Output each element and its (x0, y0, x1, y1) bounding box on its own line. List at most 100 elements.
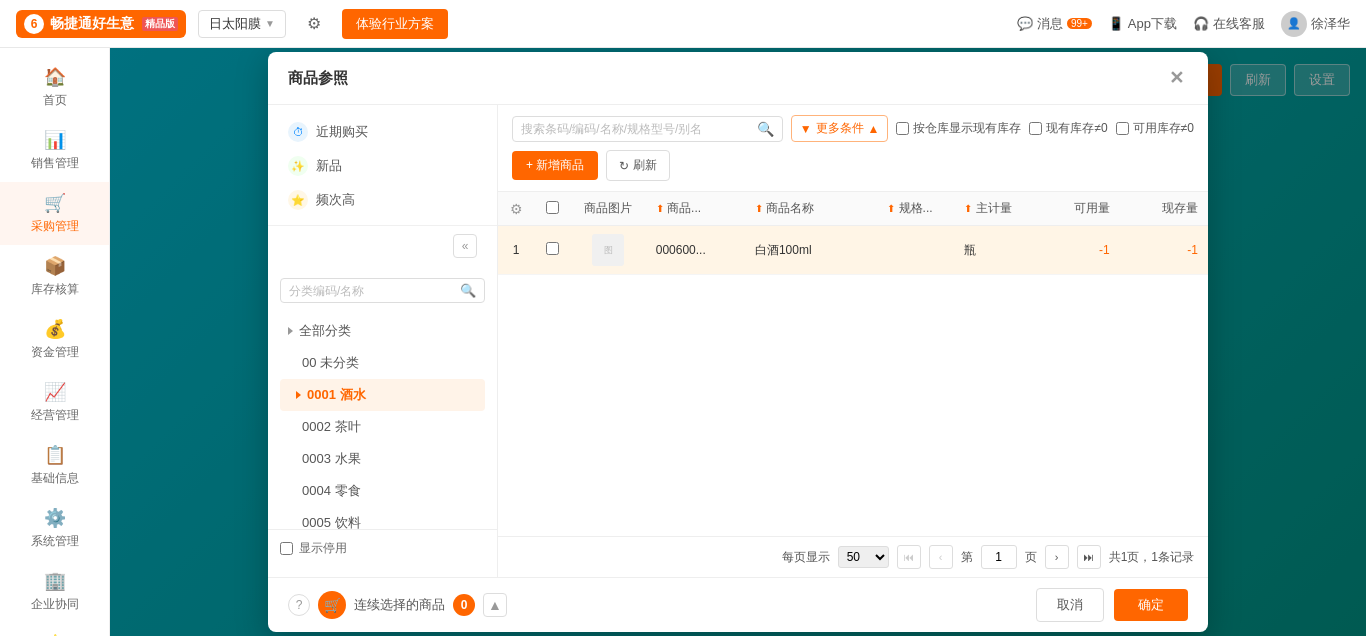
th-code[interactable]: ⬆ 商品... (646, 192, 745, 226)
page-unit: 页 (1025, 549, 1037, 566)
sidebar-item-system[interactable]: ⚙️ 系统管理 (0, 497, 109, 560)
page-input[interactable] (981, 545, 1017, 569)
add-product-button[interactable]: + 新增商品 (512, 151, 598, 180)
category-item-0005[interactable]: 0005 饮料 (280, 507, 485, 529)
sidebar-label-enterprise: 企业协同 (31, 596, 79, 613)
per-page-label: 每页显示 (782, 549, 830, 566)
message-icon: 💬 (1017, 16, 1033, 31)
filter-warehouse-label[interactable]: 按仓库显示现有库存 (896, 120, 1021, 137)
sidebar-item-enterprise[interactable]: 🏢 企业协同 (0, 560, 109, 623)
trial-button[interactable]: 体验行业方案 (342, 9, 448, 39)
category-search-input[interactable] (289, 284, 456, 298)
top-nav: 6 畅捷通好生意 精品版 日太阳膜 ▼ ⚙ 体验行业方案 💬 消息 99+ 📱 … (0, 0, 1366, 48)
last-page-button[interactable]: ⏭ (1077, 545, 1101, 569)
nav-app-download[interactable]: 📱 App下载 (1108, 15, 1177, 33)
show-disabled-checkbox[interactable] (280, 542, 293, 555)
th-unit[interactable]: ⬆ 主计量 (954, 192, 1031, 226)
sidebar-item-purchase[interactable]: 🛒 采购管理 (0, 182, 109, 245)
per-page-select[interactable]: 50 100 200 (838, 546, 889, 568)
expand-icon (288, 327, 293, 335)
refresh-icon: ↻ (619, 159, 629, 173)
category-item-0002[interactable]: 0002 茶叶 (280, 411, 485, 443)
fold-button[interactable]: ▲ (483, 593, 507, 617)
filter-usable-label[interactable]: 可用库存≠0 (1116, 120, 1194, 137)
active-arrow-icon (296, 391, 301, 399)
filter-available-label[interactable]: 现有库存≠0 (1029, 120, 1107, 137)
product-search-icon[interactable]: 🔍 (757, 121, 774, 137)
td-image: 图 (571, 226, 646, 275)
refresh-button[interactable]: ↻ 刷新 (606, 150, 670, 181)
td-checkbox[interactable] (534, 226, 570, 275)
select-all-checkbox[interactable] (546, 201, 559, 214)
quick-item-frequent[interactable]: ⭐ 频次高 (280, 183, 485, 217)
refresh-label: 刷新 (633, 157, 657, 174)
modal-overlay: 商品参照 ✕ ⏱ 近期购买 ✨ 新品 (110, 48, 1366, 636)
product-search-input[interactable] (521, 122, 753, 136)
finance-icon: 💰 (44, 318, 66, 340)
th-name[interactable]: ⬆ 商品名称 (745, 192, 877, 226)
inventory-icon: 📦 (44, 255, 66, 277)
td-row-num: 1 (498, 226, 534, 275)
new-icon: ✨ (288, 156, 308, 176)
footer-left: ? 🛒 连续选择的商品 0 ▲ (288, 591, 1026, 619)
confirm-button[interactable]: 确定 (1114, 589, 1188, 621)
modal-close-button[interactable]: ✕ (1164, 66, 1188, 90)
content-area: 查询 刷新 设置 商品参照 ✕ ⏱ (110, 48, 1366, 636)
sidebar-item-guide[interactable]: 🌟 新手引导 (0, 623, 109, 636)
next-page-button[interactable]: › (1045, 545, 1069, 569)
row-checkbox[interactable] (546, 242, 559, 255)
filter-warehouse-checkbox[interactable] (896, 122, 909, 135)
category-item-0004[interactable]: 0004 零食 (280, 475, 485, 507)
category-all[interactable]: 全部分类 (280, 315, 485, 347)
sidebar-label-purchase: 采购管理 (31, 218, 79, 235)
category-list: 全部分类 00 未分类 0001 酒水 0002 茶叶 (268, 311, 497, 529)
th-available: 可用量 (1032, 192, 1120, 226)
sidebar-item-sales[interactable]: 📊 销售管理 (0, 119, 109, 182)
sidebar-item-finance[interactable]: 💰 资金管理 (0, 308, 109, 371)
th-stock: 现存量 (1120, 192, 1208, 226)
modal-header: 商品参照 ✕ (268, 52, 1208, 105)
th-checkbox[interactable] (534, 192, 570, 226)
filter-usable-checkbox[interactable] (1116, 122, 1129, 135)
modal-right-panel: 🔍 ▼ 更多条件 ▲ 按仓库显示现有库存 (498, 105, 1208, 577)
th-settings[interactable]: ⚙ (498, 192, 534, 226)
settings-icon-btn[interactable]: ⚙ (298, 8, 330, 40)
quick-section: ⏱ 近期购买 ✨ 新品 ⭐ 频次高 (268, 115, 497, 226)
table-settings-icon[interactable]: ⚙ (510, 201, 523, 217)
more-filter-button[interactable]: ▼ 更多条件 ▲ (791, 115, 889, 142)
cart-icon-button[interactable]: 🛒 (318, 591, 346, 619)
category-item-0003[interactable]: 0003 水果 (280, 443, 485, 475)
filter-available-checkbox[interactable] (1029, 122, 1042, 135)
nav-online-service[interactable]: 🎧 在线客服 (1193, 15, 1265, 33)
cancel-button[interactable]: 取消 (1036, 588, 1104, 622)
first-page-button[interactable]: ⏮ (897, 545, 921, 569)
table-row[interactable]: 1 图 000600... 白酒100ml (498, 226, 1208, 275)
sidebar-item-inventory[interactable]: 📦 库存核算 (0, 245, 109, 308)
nav-selector[interactable]: 日太阳膜 ▼ (198, 10, 286, 38)
show-disabled-label[interactable]: 显示停用 (299, 540, 347, 557)
nav-messages[interactable]: 💬 消息 99+ (1017, 15, 1092, 33)
sort-icon-unit: ⬆ (964, 203, 972, 214)
avatar: 👤 (1281, 11, 1307, 37)
category-item-00[interactable]: 00 未分类 (280, 347, 485, 379)
nav-right: 💬 消息 99+ 📱 App下载 🎧 在线客服 👤 徐泽华 (1017, 11, 1350, 37)
td-code: 000600... (646, 226, 745, 275)
category-item-0001[interactable]: 0001 酒水 (280, 379, 485, 411)
th-spec[interactable]: ⬆ 规格... (877, 192, 954, 226)
sidebar-item-basic[interactable]: 📋 基础信息 (0, 434, 109, 497)
nav-user[interactable]: 👤 徐泽华 (1281, 11, 1350, 37)
quick-recent-label: 近期购买 (316, 123, 368, 141)
filter-bar: 🔍 ▼ 更多条件 ▲ 按仓库显示现有库存 (498, 105, 1208, 192)
nav-messages-label: 消息 (1037, 15, 1063, 33)
enterprise-icon: 🏢 (44, 570, 66, 592)
quick-item-recent[interactable]: ⏱ 近期购买 (280, 115, 485, 149)
help-icon[interactable]: ? (288, 594, 310, 616)
recent-icon: ⏱ (288, 122, 308, 142)
quick-item-new[interactable]: ✨ 新品 (280, 149, 485, 183)
search-icon[interactable]: 🔍 (460, 283, 476, 298)
category-0002-label: 0002 茶叶 (302, 418, 361, 436)
collapse-button[interactable]: « (453, 234, 477, 258)
sidebar-item-home[interactable]: 🏠 首页 (0, 56, 109, 119)
prev-page-button[interactable]: ‹ (929, 545, 953, 569)
sidebar-item-operations[interactable]: 📈 经营管理 (0, 371, 109, 434)
